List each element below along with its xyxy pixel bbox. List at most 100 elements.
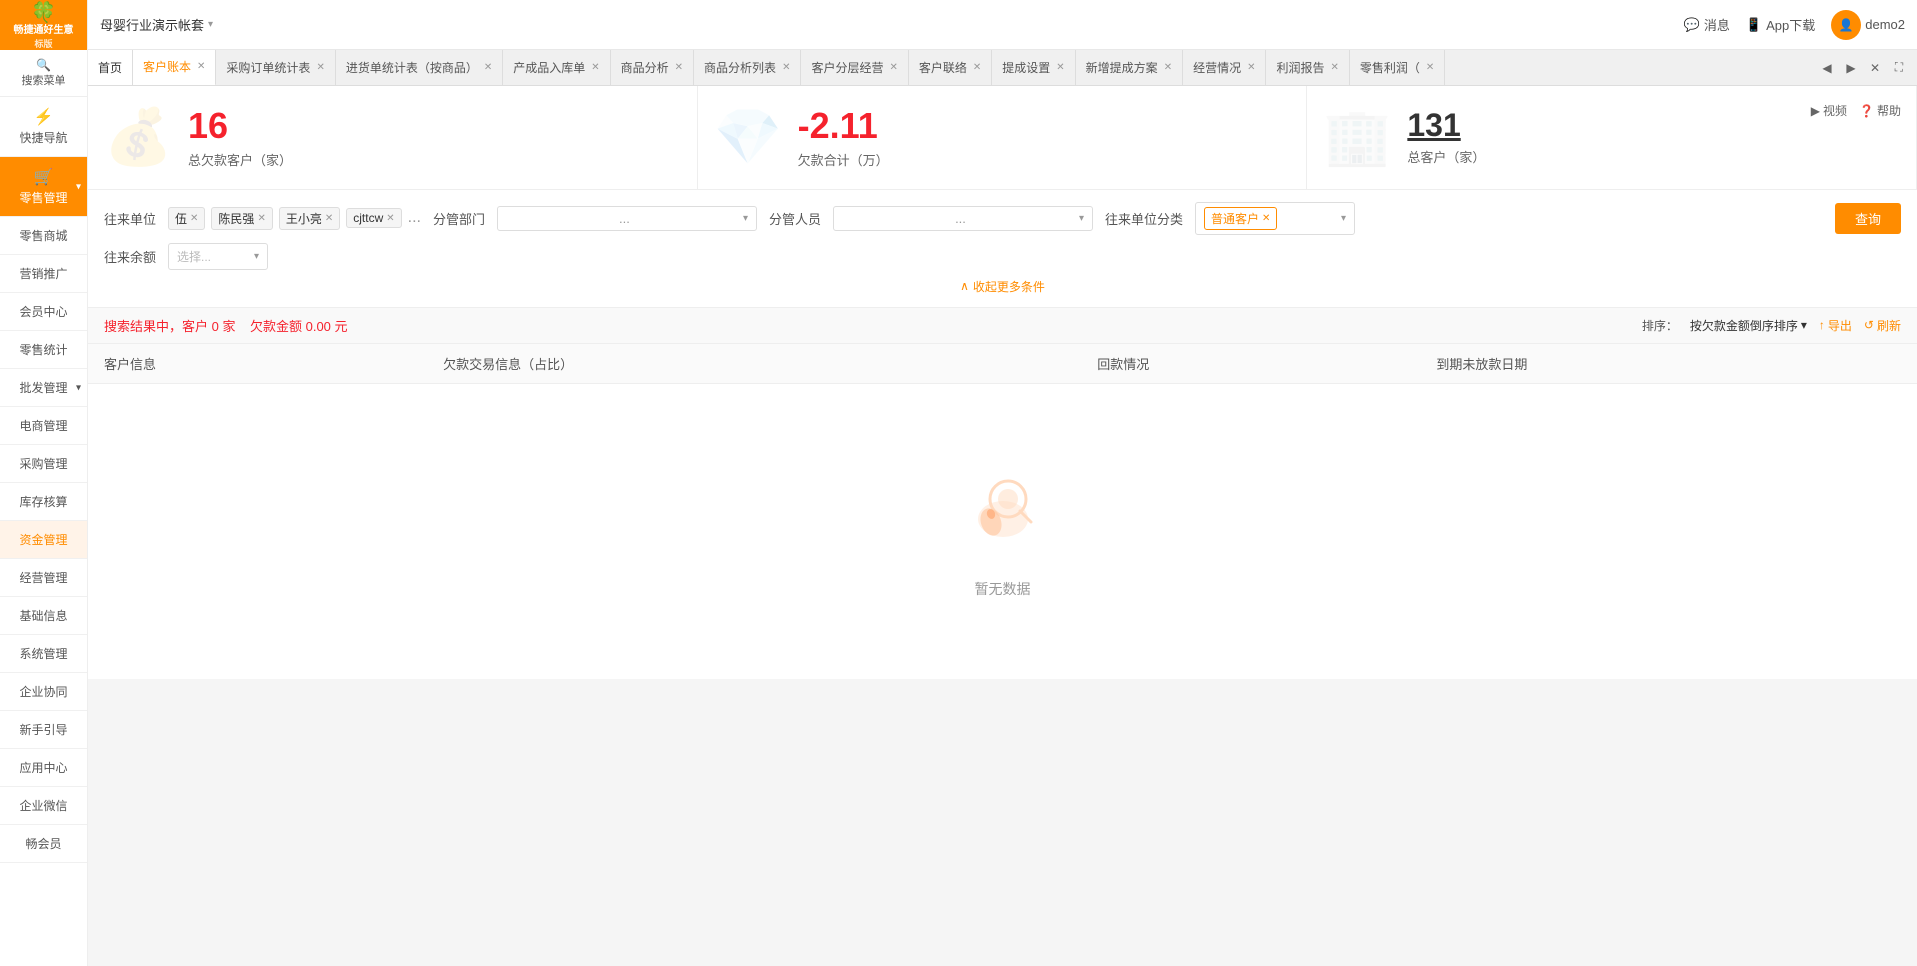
sidebar-item-enterprise-wechat[interactable]: 企业微信: [0, 787, 87, 825]
unit-tag-cjttcw[interactable]: cjttcw ✕: [346, 208, 401, 228]
tab-customer-balance[interactable]: 客户账本 ✕: [133, 50, 216, 86]
sidebar-item-wholesale-mgmt[interactable]: 批发管理: [0, 369, 87, 407]
unit-tag-chenminqiang[interactable]: 陈民强 ✕: [211, 207, 272, 230]
tab-improve-settings[interactable]: 提成设置 ✕: [992, 50, 1075, 86]
unit-tag-wangxiaoliang[interactable]: 王小亮 ✕: [279, 207, 340, 230]
tab-purchase-stat-by-product-close[interactable]: ✕: [484, 62, 492, 73]
sidebar-item-sys-mgmt[interactable]: 系统管理: [0, 635, 87, 673]
tab-retail-profit[interactable]: 零售利润（ ✕: [1350, 50, 1445, 86]
sidebar-search[interactable]: 🔍 搜索菜单: [0, 50, 87, 97]
search-label: 搜索菜单: [0, 72, 87, 88]
unit-tag-wu[interactable]: 伍 ✕: [168, 207, 205, 230]
tab-retail-profit-close[interactable]: ✕: [1426, 62, 1434, 73]
unit-tag-wangxiaoliang-close[interactable]: ✕: [325, 213, 333, 224]
user-menu[interactable]: 👤 demo2: [1831, 10, 1905, 40]
tab-customer-balance-close[interactable]: ✕: [197, 61, 205, 72]
tab-business-situation[interactable]: 经营情况 ✕: [1183, 50, 1266, 86]
tab-product-analysis-list[interactable]: 商品分析列表 ✕: [694, 50, 801, 86]
member-center-label: 会员中心: [19, 305, 67, 319]
table-body: 暂无数据: [88, 383, 1917, 679]
sidebar-item-finance-mgmt[interactable]: 资金管理: [0, 521, 87, 559]
sidebar-item-quick-nav[interactable]: ⚡ 快捷导航: [0, 97, 87, 157]
balance-filter-placeholder: 选择...: [177, 248, 211, 265]
unit-tag-wu-close[interactable]: ✕: [190, 213, 198, 224]
category-tag-label: 普通客户: [1211, 210, 1259, 227]
tab-home-label: 首页: [98, 59, 122, 76]
company-selector[interactable]: 母婴行业演示帐套 ▾: [100, 15, 213, 34]
tab-product-cost-entry-close[interactable]: ✕: [591, 62, 599, 73]
sidebar-item-purchase-mgmt[interactable]: 采购管理: [0, 445, 87, 483]
sidebar-item-retail-stats[interactable]: 零售统计: [0, 331, 87, 369]
result-count: 0: [212, 319, 219, 334]
tab-prev-button[interactable]: ◀: [1817, 58, 1837, 78]
category-filter-select[interactable]: 普通客户 ✕ ▾: [1195, 202, 1355, 235]
tab-product-analysis[interactable]: 商品分析 ✕: [611, 50, 694, 86]
message-button[interactable]: 💬 消息: [1684, 15, 1730, 34]
app-download-button[interactable]: 📱 App下载: [1746, 15, 1815, 34]
tab-purchase-order-stat-close[interactable]: ✕: [316, 62, 324, 73]
tab-customer-tier-label: 客户分层经营: [811, 59, 883, 76]
person-filter-dots[interactable]: ...: [955, 211, 966, 226]
tab-business-situation-close[interactable]: ✕: [1247, 62, 1255, 73]
sidebar-item-retail-mall[interactable]: 零售商城: [0, 217, 87, 255]
balance-filter-label: 往来余额: [104, 247, 156, 266]
tab-product-cost-entry[interactable]: 产成品入库单 ✕: [503, 50, 610, 86]
tab-product-analysis-list-close[interactable]: ✕: [782, 62, 790, 73]
stat-bg-icon-total: 🏢: [1323, 105, 1391, 170]
tab-customer-contact[interactable]: 客户联络 ✕: [909, 50, 992, 86]
query-button[interactable]: 查询: [1835, 203, 1901, 234]
sidebar-item-new-guide[interactable]: 新手引导: [0, 711, 87, 749]
tab-customer-tier[interactable]: 客户分层经营 ✕: [801, 50, 908, 86]
user-avatar: 👤: [1831, 10, 1861, 40]
unit-tag-cjttcw-close[interactable]: ✕: [386, 213, 394, 224]
tab-home[interactable]: 首页: [88, 50, 133, 86]
tab-customer-contact-close[interactable]: ✕: [973, 62, 981, 73]
empty-illustration: [963, 464, 1043, 544]
sidebar-item-enterprise-coop[interactable]: 企业协同: [0, 673, 87, 711]
tab-new-improve-plan[interactable]: 新增提成方案 ✕: [1076, 50, 1183, 86]
result-amount: 0.00: [306, 319, 331, 334]
tab-product-analysis-close[interactable]: ✕: [675, 62, 683, 73]
unit-tag-chenminqiang-close[interactable]: ✕: [257, 213, 265, 224]
filter-row-2: 往来余额 选择... ▾: [104, 243, 1901, 270]
tab-next-button[interactable]: ▶: [1841, 58, 1861, 78]
sidebar-item-app-center[interactable]: 应用中心: [0, 749, 87, 787]
sidebar-item-ops-mgmt[interactable]: 经营管理: [0, 559, 87, 597]
dept-filter-select[interactable]: ... ▾: [497, 206, 757, 231]
tab-purchase-order-stat[interactable]: 采购订单统计表 ✕: [216, 50, 335, 86]
tab-purchase-stat-by-product[interactable]: 进货单统计表（按商品） ✕: [336, 50, 503, 86]
sidebar-item-inventory-check[interactable]: 库存核算: [0, 483, 87, 521]
stat-label-total: 总客户（家）: [1407, 147, 1485, 166]
refresh-button[interactable]: ↺ 刷新: [1864, 317, 1901, 334]
sidebar-item-member-vip[interactable]: 畅会员: [0, 825, 87, 863]
tab-fullscreen-button[interactable]: ⛶: [1889, 58, 1909, 78]
sidebar-item-ecommerce-mgmt[interactable]: 电商管理: [0, 407, 87, 445]
balance-filter-select[interactable]: 选择... ▾: [168, 243, 268, 270]
sidebar-item-sales-promo[interactable]: 营销推广: [0, 255, 87, 293]
unit-tags-more[interactable]: ...: [408, 209, 421, 227]
sort-select[interactable]: 按欠款金额倒序排序 ▾: [1690, 317, 1807, 334]
tab-close-all-button[interactable]: ✕: [1865, 58, 1885, 78]
person-filter-select[interactable]: ... ▾: [833, 206, 1093, 231]
dept-filter-chevron: ▾: [743, 213, 748, 224]
category-tag-close[interactable]: ✕: [1262, 213, 1270, 224]
tab-new-improve-plan-close[interactable]: ✕: [1164, 62, 1172, 73]
help-button[interactable]: ❓ 帮助: [1859, 102, 1901, 119]
unit-tag-wu-label: 伍: [175, 210, 187, 227]
sidebar-item-member-center[interactable]: 会员中心: [0, 293, 87, 331]
tab-profit-report-close[interactable]: ✕: [1331, 62, 1339, 73]
tab-customer-tier-close[interactable]: ✕: [889, 62, 897, 73]
video-icon: ▶: [1811, 104, 1820, 118]
export-button[interactable]: ↑ 导出: [1819, 317, 1852, 334]
tab-profit-report[interactable]: 利润报告 ✕: [1266, 50, 1349, 86]
collapse-button[interactable]: ∧ 收起更多条件: [104, 278, 1901, 295]
video-button[interactable]: ▶ 视频: [1811, 102, 1847, 119]
dept-filter-dots[interactable]: ...: [619, 211, 630, 226]
sidebar-item-retail-mgmt[interactable]: 🛒 零售管理: [0, 157, 87, 217]
avatar-icon: 👤: [1839, 18, 1854, 32]
tab-improve-settings-close[interactable]: ✕: [1056, 62, 1064, 73]
company-selector-chevron: ▾: [208, 19, 213, 30]
sidebar-item-basic-info[interactable]: 基础信息: [0, 597, 87, 635]
balance-filter-chevron: ▾: [254, 251, 259, 262]
col-overdue-date: 到期未放款日期: [1420, 344, 1917, 384]
